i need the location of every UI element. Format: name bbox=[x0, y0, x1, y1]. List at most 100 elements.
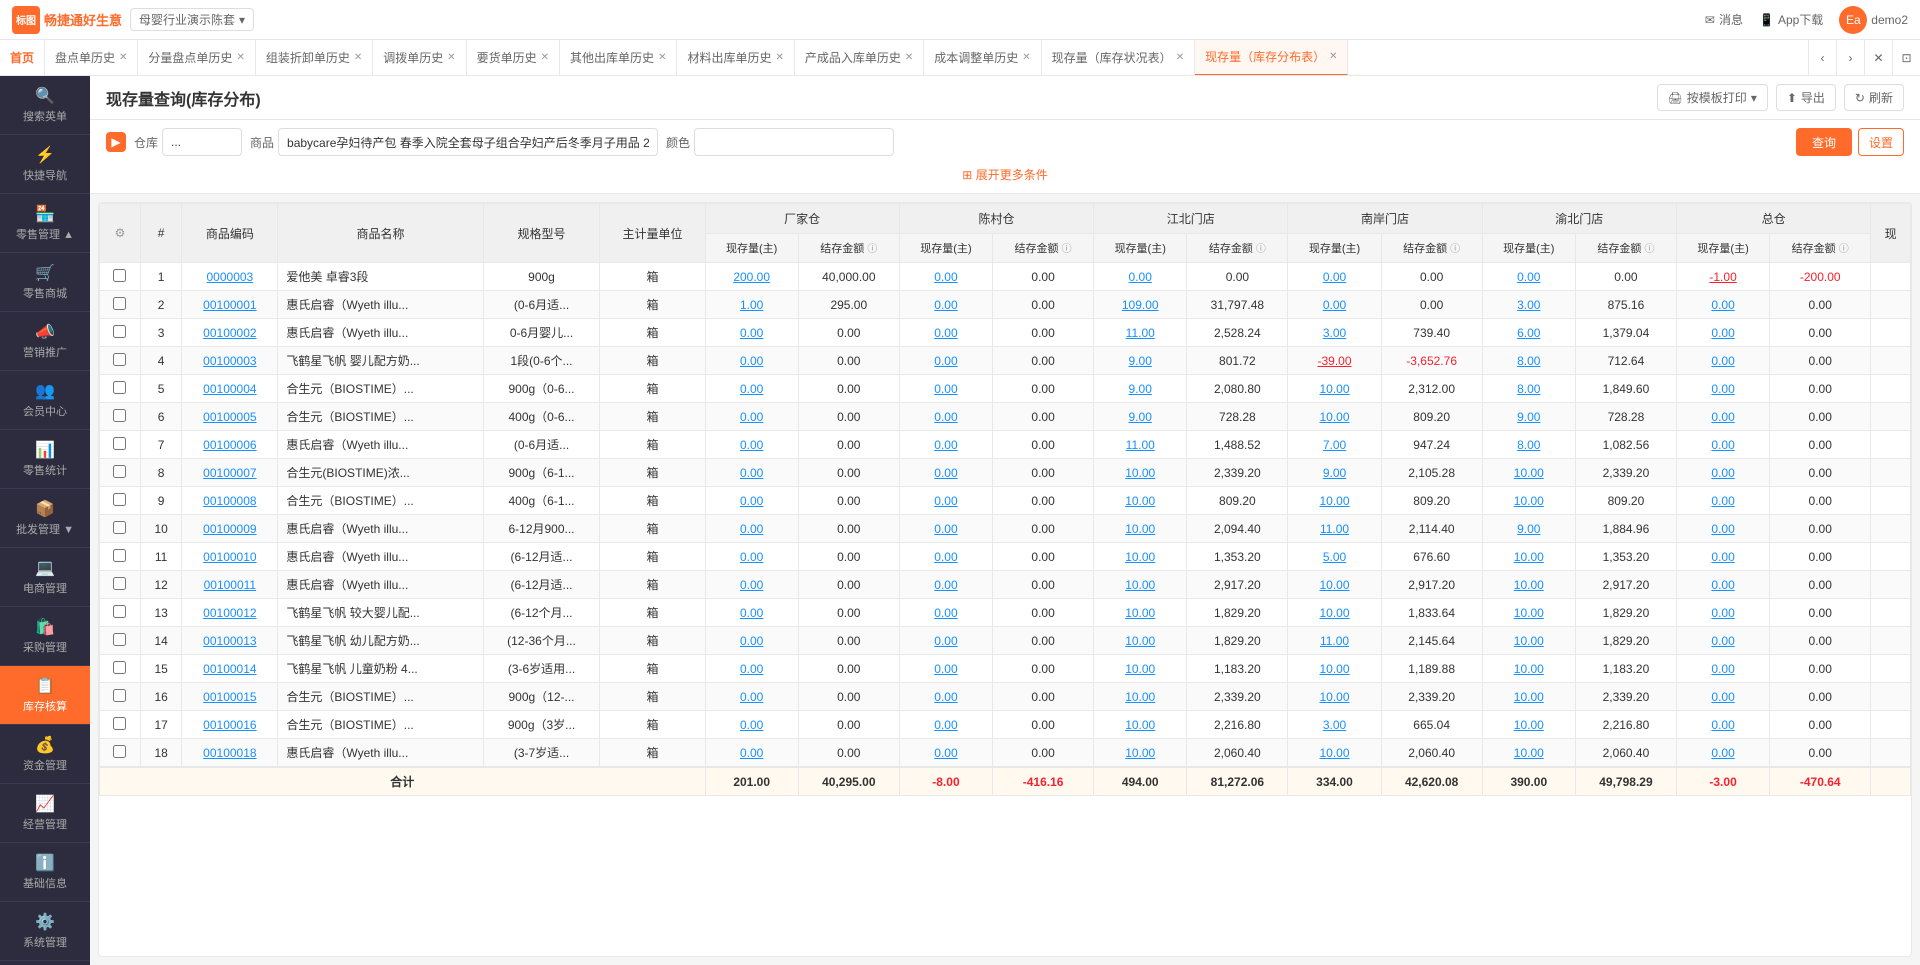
td-total-qty[interactable]: 0.00 bbox=[1676, 711, 1769, 739]
td-na-qty[interactable]: 10.00 bbox=[1288, 403, 1381, 431]
td-product-code[interactable]: 00100015 bbox=[182, 683, 278, 711]
tab-close-icon[interactable]: ✕ bbox=[447, 52, 455, 63]
td-total-qty[interactable]: 0.00 bbox=[1676, 291, 1769, 319]
td-na-qty[interactable]: 9.00 bbox=[1288, 459, 1381, 487]
tab-close-icon[interactable]: ✕ bbox=[775, 52, 783, 63]
info-icon[interactable]: ⓘ bbox=[1062, 244, 1072, 255]
setting-btn[interactable]: 设置 bbox=[1858, 128, 1904, 156]
td-checkbox[interactable] bbox=[100, 627, 141, 655]
td-na-qty[interactable]: 10.00 bbox=[1288, 571, 1381, 599]
sidebar-item-system[interactable]: ⚙️ 系统管理 bbox=[0, 902, 90, 961]
td-total-qty[interactable]: 0.00 bbox=[1676, 347, 1769, 375]
tab-cost-adjust[interactable]: 成本调整单历史 ✕ bbox=[924, 40, 1041, 76]
td-yb-qty[interactable]: 8.00 bbox=[1482, 347, 1575, 375]
color-input[interactable] bbox=[694, 128, 894, 156]
td-c-qty[interactable]: 0.00 bbox=[899, 739, 992, 768]
td-checkbox[interactable] bbox=[100, 319, 141, 347]
td-product-code[interactable]: 00100004 bbox=[182, 375, 278, 403]
td-checkbox[interactable] bbox=[100, 263, 141, 291]
td-yb-qty[interactable]: 10.00 bbox=[1482, 627, 1575, 655]
td-na-qty[interactable]: 0.00 bbox=[1288, 263, 1381, 291]
td-total-qty[interactable]: 0.00 bbox=[1676, 319, 1769, 347]
td-jb-qty[interactable]: 9.00 bbox=[1094, 375, 1187, 403]
td-total-qty[interactable]: 0.00 bbox=[1676, 627, 1769, 655]
td-product-code[interactable]: 00100014 bbox=[182, 655, 278, 683]
tab-stock-dist[interactable]: 现存量（库存分布表） ✕ bbox=[1195, 40, 1348, 76]
td-yb-qty[interactable]: 10.00 bbox=[1482, 571, 1575, 599]
sidebar-item-mall[interactable]: 🛒 零售商城 bbox=[0, 253, 90, 312]
td-f-qty[interactable]: 0.00 bbox=[705, 431, 798, 459]
td-na-qty[interactable]: 10.00 bbox=[1288, 683, 1381, 711]
td-yb-qty[interactable]: 9.00 bbox=[1482, 515, 1575, 543]
user-area[interactable]: Ea demo2 bbox=[1839, 6, 1908, 34]
tab-close-icon[interactable]: ✕ bbox=[236, 52, 244, 63]
sidebar-item-collab[interactable]: 🤝 企业协同 bbox=[0, 961, 90, 965]
td-yb-qty[interactable]: 3.00 bbox=[1482, 291, 1575, 319]
td-f-qty[interactable]: 0.00 bbox=[705, 599, 798, 627]
td-f-qty[interactable]: 0.00 bbox=[705, 515, 798, 543]
tab-assembly[interactable]: 组装折卸单历史 ✕ bbox=[256, 40, 373, 76]
td-f-qty[interactable]: 0.00 bbox=[705, 487, 798, 515]
td-yb-qty[interactable]: 8.00 bbox=[1482, 375, 1575, 403]
td-checkbox[interactable] bbox=[100, 683, 141, 711]
td-product-code[interactable]: 00100001 bbox=[182, 291, 278, 319]
td-yb-qty[interactable]: 10.00 bbox=[1482, 459, 1575, 487]
td-jb-qty[interactable]: 9.00 bbox=[1094, 347, 1187, 375]
td-jb-qty[interactable]: 10.00 bbox=[1094, 711, 1187, 739]
sidebar-item-ecommerce[interactable]: 💻 电商管理 bbox=[0, 548, 90, 607]
td-na-qty[interactable]: 10.00 bbox=[1288, 599, 1381, 627]
td-yb-qty[interactable]: 10.00 bbox=[1482, 487, 1575, 515]
td-product-code[interactable]: 00100003 bbox=[182, 347, 278, 375]
info-icon[interactable]: ⓘ bbox=[1839, 244, 1849, 255]
sidebar-item-basic[interactable]: ℹ️ 基础信息 bbox=[0, 843, 90, 902]
td-c-qty[interactable]: 0.00 bbox=[899, 291, 992, 319]
td-product-code[interactable]: 00100009 bbox=[182, 515, 278, 543]
td-checkbox[interactable] bbox=[100, 291, 141, 319]
td-c-qty[interactable]: 0.00 bbox=[899, 655, 992, 683]
td-f-qty[interactable]: 0.00 bbox=[705, 683, 798, 711]
sidebar-item-search[interactable]: 🔍 搜索英单 bbox=[0, 76, 90, 135]
td-jb-qty[interactable]: 10.00 bbox=[1094, 571, 1187, 599]
sidebar-item-purchase[interactable]: 🛍️ 采购管理 bbox=[0, 607, 90, 666]
tab-other-out[interactable]: 其他出库单历史 ✕ bbox=[560, 40, 677, 76]
td-na-qty[interactable]: 7.00 bbox=[1288, 431, 1381, 459]
td-na-qty[interactable]: 10.00 bbox=[1288, 487, 1381, 515]
app-download-btn[interactable]: 📱 App下载 bbox=[1759, 11, 1823, 28]
td-checkbox[interactable] bbox=[100, 571, 141, 599]
info-icon[interactable]: ⓘ bbox=[867, 244, 877, 255]
sidebar-item-inventory[interactable]: 📋 库存核算 bbox=[0, 666, 90, 725]
td-jb-qty[interactable]: 10.00 bbox=[1094, 459, 1187, 487]
td-total-qty[interactable]: 0.00 bbox=[1676, 739, 1769, 768]
td-product-code[interactable]: 00100016 bbox=[182, 711, 278, 739]
sidebar-item-marketing[interactable]: 📣 营销推广 bbox=[0, 312, 90, 371]
message-btn[interactable]: ✉ 消息 bbox=[1705, 11, 1743, 28]
sidebar-item-quicknav[interactable]: ⚡ 快捷导航 bbox=[0, 135, 90, 194]
td-f-qty[interactable]: 0.00 bbox=[705, 655, 798, 683]
td-na-qty[interactable]: 10.00 bbox=[1288, 655, 1381, 683]
tab-inventory-check[interactable]: 盘点单历史 ✕ bbox=[45, 40, 138, 76]
td-na-qty[interactable]: 11.00 bbox=[1288, 515, 1381, 543]
td-yb-qty[interactable]: 10.00 bbox=[1482, 543, 1575, 571]
td-jb-qty[interactable]: 10.00 bbox=[1094, 599, 1187, 627]
tab-order[interactable]: 要货单历史 ✕ bbox=[467, 40, 560, 76]
tab-prev-btn[interactable]: ‹ bbox=[1808, 40, 1836, 76]
td-c-qty[interactable]: 0.00 bbox=[899, 375, 992, 403]
td-c-qty[interactable]: 0.00 bbox=[899, 543, 992, 571]
industry-selector[interactable]: 母婴行业演示陈套 ▾ bbox=[130, 8, 254, 31]
tab-sub-inventory-check[interactable]: 分量盘点单历史 ✕ bbox=[138, 40, 255, 76]
info-icon[interactable]: ⓘ bbox=[1450, 244, 1460, 255]
td-jb-qty[interactable]: 9.00 bbox=[1094, 403, 1187, 431]
td-product-code[interactable]: 00100006 bbox=[182, 431, 278, 459]
sidebar-item-wholesale[interactable]: 📦 批发管理 ▼ bbox=[0, 489, 90, 548]
td-jb-qty[interactable]: 11.00 bbox=[1094, 431, 1187, 459]
td-product-code[interactable]: 00100010 bbox=[182, 543, 278, 571]
td-total-qty[interactable]: 0.00 bbox=[1676, 487, 1769, 515]
td-c-qty[interactable]: 0.00 bbox=[899, 571, 992, 599]
tab-product-in[interactable]: 产成品入库单历史 ✕ bbox=[795, 40, 924, 76]
td-c-qty[interactable]: 0.00 bbox=[899, 459, 992, 487]
td-checkbox[interactable] bbox=[100, 515, 141, 543]
search-btn[interactable]: 查询 bbox=[1796, 128, 1852, 156]
td-jb-qty[interactable]: 10.00 bbox=[1094, 627, 1187, 655]
td-checkbox[interactable] bbox=[100, 375, 141, 403]
td-f-qty[interactable]: 0.00 bbox=[705, 543, 798, 571]
